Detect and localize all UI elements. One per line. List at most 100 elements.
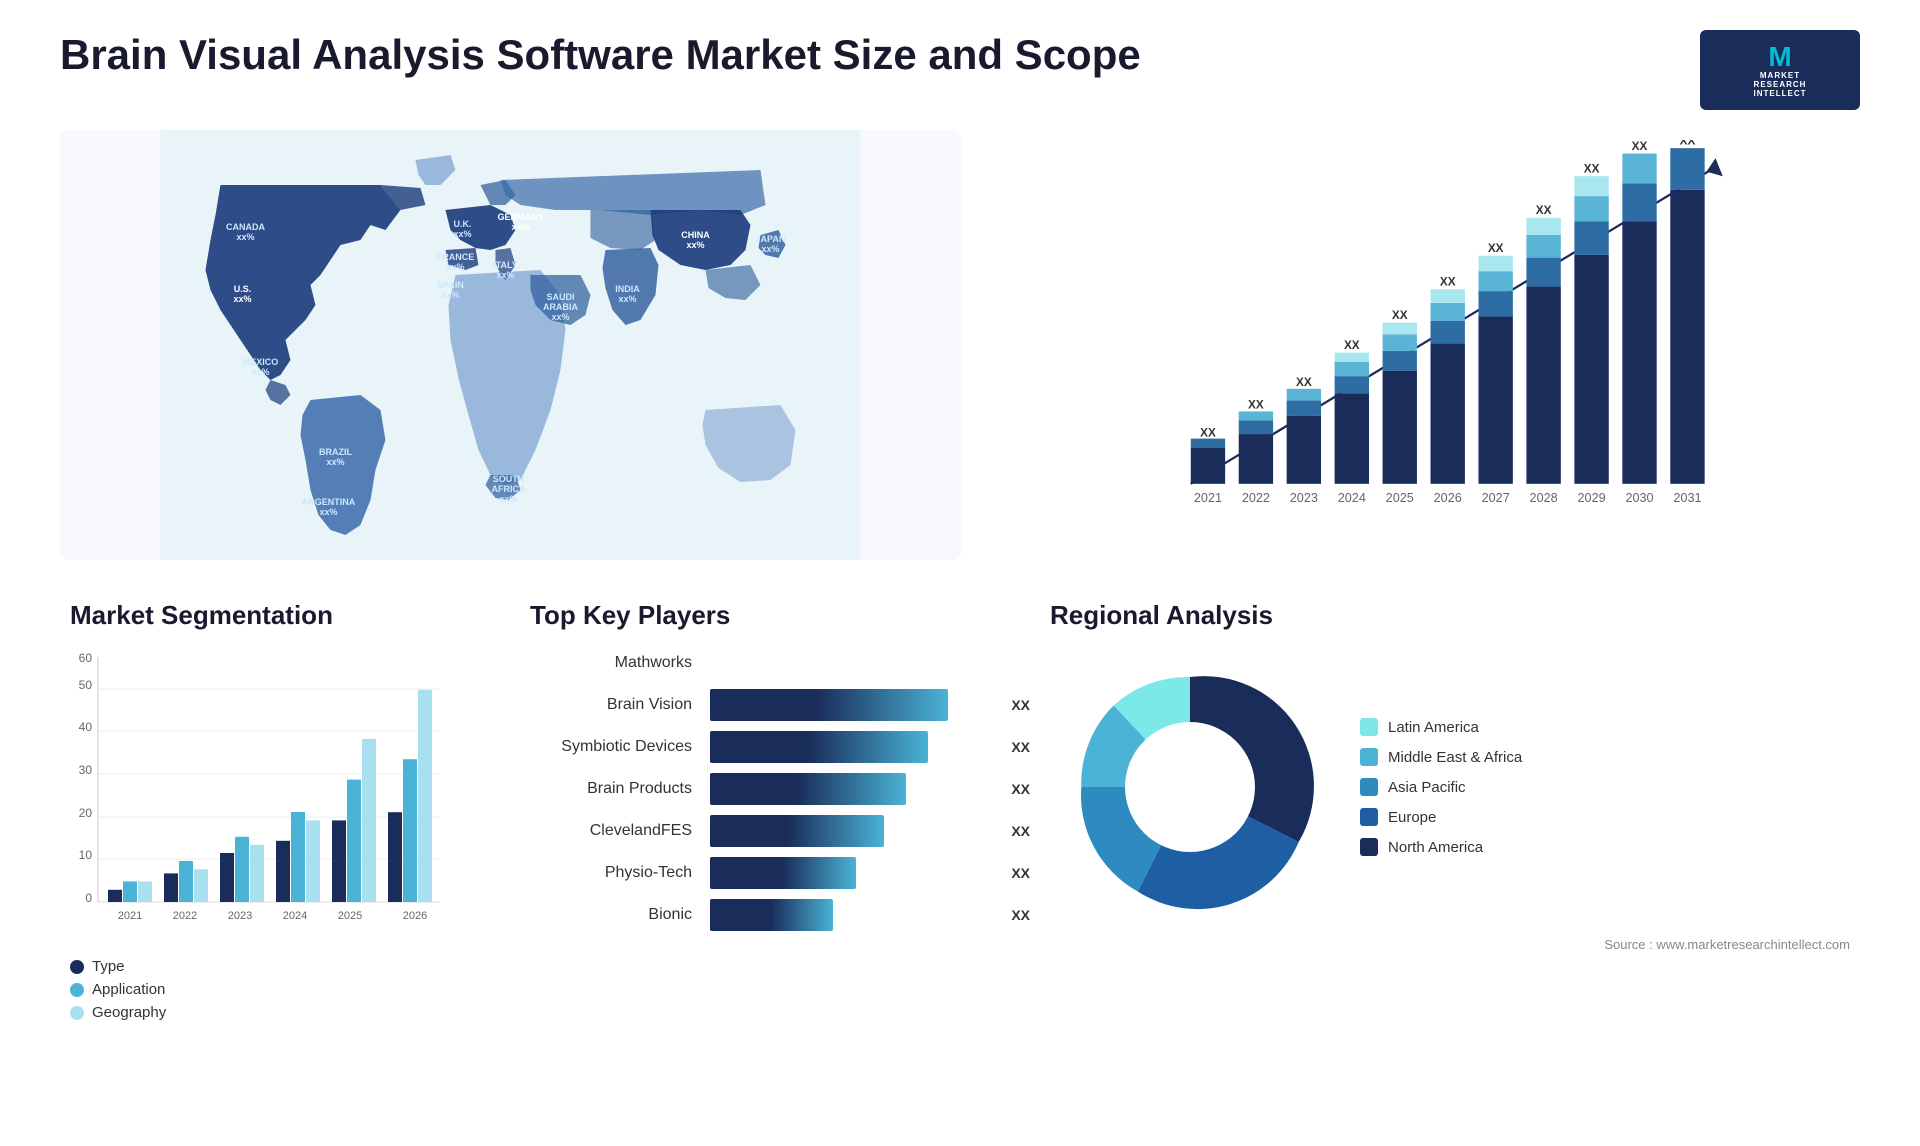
svg-text:2028: 2028 — [1529, 491, 1557, 505]
svg-text:XX: XX — [1392, 309, 1408, 322]
svg-text:XX: XX — [1680, 140, 1696, 148]
player-bar-fill-brainvision — [710, 689, 948, 721]
svg-text:2025: 2025 — [338, 910, 362, 922]
logo: M MARKETRESEARCHINTELLECT — [1700, 30, 1860, 110]
svg-text:xx%: xx% — [251, 367, 269, 377]
svg-text:SOUTH: SOUTH — [493, 474, 525, 484]
svg-text:CANADA: CANADA — [226, 222, 265, 232]
source-line: Source : www.marketresearchintellect.com — [1050, 937, 1850, 952]
growth-bar-chart: XX XX XX XX — [1021, 140, 1840, 520]
svg-text:2026: 2026 — [1434, 491, 1462, 505]
legend-dot-geography — [70, 1006, 84, 1020]
player-row-symbiotic: Symbiotic Devices XX — [530, 731, 990, 763]
player-bar-bionic: XX — [710, 899, 990, 931]
svg-text:FRANCE: FRANCE — [437, 252, 475, 262]
legend-asia-pacific: Asia Pacific — [1360, 778, 1522, 796]
player-value-brainvision: XX — [1011, 697, 1030, 713]
player-bar-brainproducts: XX — [710, 773, 990, 805]
svg-text:xx%: xx% — [233, 294, 251, 304]
segmentation-title: Market Segmentation — [70, 600, 470, 631]
player-row-brainvision: Brain Vision XX — [530, 689, 990, 721]
player-bar-fill-bionic — [710, 899, 833, 931]
svg-text:XX: XX — [1344, 339, 1360, 352]
svg-text:INDIA: INDIA — [615, 284, 640, 294]
header: Brain Visual Analysis Software Market Si… — [60, 30, 1860, 110]
player-row-bionic: Bionic XX — [530, 899, 990, 931]
svg-text:2024: 2024 — [1338, 491, 1366, 505]
player-bar-fill-symbiotic — [710, 731, 928, 763]
svg-text:U.K.: U.K. — [453, 219, 471, 229]
svg-text:CHINA: CHINA — [681, 230, 710, 240]
svg-text:MEXICO: MEXICO — [243, 357, 279, 367]
svg-text:xx%: xx% — [326, 457, 344, 467]
player-bar-fill-brainproducts — [710, 773, 906, 805]
player-bar-fill-clevelandfes — [710, 815, 884, 847]
legend-middle-east-africa: Middle East & Africa — [1360, 748, 1522, 766]
player-row-mathworks: Mathworks — [530, 647, 990, 679]
legend-geography: Geography — [70, 1004, 470, 1021]
svg-text:xx%: xx% — [453, 229, 471, 239]
logo-letter: M — [1768, 43, 1791, 71]
svg-text:xx%: xx% — [496, 270, 514, 280]
player-value-bionic: XX — [1011, 907, 1030, 923]
donut-chart-wrap — [1050, 647, 1330, 927]
player-bar-fill-physiotech — [710, 857, 856, 889]
svg-text:2030: 2030 — [1625, 491, 1653, 505]
legend-application: Application — [70, 981, 470, 998]
donut-chart-svg — [1050, 647, 1330, 927]
svg-text:ARABIA: ARABIA — [543, 302, 578, 312]
svg-text:2027: 2027 — [1482, 491, 1510, 505]
svg-text:xx%: xx% — [236, 232, 254, 242]
svg-text:0: 0 — [85, 891, 92, 905]
legend-label-north-america: North America — [1388, 839, 1483, 856]
svg-text:10: 10 — [79, 848, 93, 862]
legend-color-north-america — [1360, 838, 1378, 856]
svg-text:xx%: xx% — [618, 294, 636, 304]
legend-europe: Europe — [1360, 808, 1522, 826]
svg-text:2022: 2022 — [173, 910, 197, 922]
player-value-symbiotic: XX — [1011, 739, 1030, 755]
svg-text:xx%: xx% — [551, 312, 569, 322]
legend-north-america: North America — [1360, 838, 1522, 856]
regional-legend: Latin America Middle East & Africa Asia … — [1360, 718, 1522, 856]
svg-text:XX: XX — [1632, 140, 1648, 153]
svg-text:2031: 2031 — [1673, 491, 1701, 505]
player-value-physiotech: XX — [1011, 865, 1030, 881]
legend-color-asia-pacific — [1360, 778, 1378, 796]
top-section: CANADA xx% U.S. xx% MEXICO xx% BRAZIL xx… — [60, 130, 1860, 560]
legend-label-middle-east-africa: Middle East & Africa — [1388, 749, 1522, 766]
legend-color-middle-east-africa — [1360, 748, 1378, 766]
player-bar-physiotech: XX — [710, 857, 990, 889]
svg-text:50: 50 — [79, 678, 93, 692]
svg-text:2022: 2022 — [1242, 491, 1270, 505]
regional-section: Regional Analysis — [1040, 590, 1860, 1010]
bottom-section: Market Segmentation 0 10 20 30 40 50 60 — [60, 590, 1860, 1010]
donut-area: Latin America Middle East & Africa Asia … — [1050, 647, 1850, 927]
player-value-clevelandfes: XX — [1011, 823, 1030, 839]
svg-text:XX: XX — [1536, 204, 1552, 217]
svg-text:2021: 2021 — [1194, 491, 1222, 505]
svg-text:JAPAN: JAPAN — [756, 234, 786, 244]
page-container: Brain Visual Analysis Software Market Si… — [0, 0, 1920, 1146]
svg-text:2026: 2026 — [403, 910, 427, 922]
player-bar-mathworks — [710, 647, 990, 679]
player-value-brainproducts: XX — [1011, 781, 1030, 797]
growth-chart-container: XX XX XX XX — [1001, 130, 1860, 560]
svg-text:ITALY: ITALY — [493, 260, 518, 270]
player-name-mathworks: Mathworks — [530, 654, 700, 672]
svg-text:XX: XX — [1488, 242, 1504, 255]
players-list: Mathworks Brain Vision XX Symbiotic Devi… — [530, 647, 990, 931]
players-section: Top Key Players Mathworks Brain Vision X… — [520, 590, 1000, 1010]
svg-text:40: 40 — [79, 720, 93, 734]
player-bar-symbiotic: XX — [710, 731, 990, 763]
world-map-svg: CANADA xx% U.S. xx% MEXICO xx% BRAZIL xx… — [60, 130, 961, 560]
player-name-bionic: Bionic — [530, 906, 700, 924]
legend-label-asia-pacific: Asia Pacific — [1388, 779, 1466, 796]
legend-label-europe: Europe — [1388, 809, 1436, 826]
svg-text:2021: 2021 — [118, 910, 142, 922]
svg-text:xx%: xx% — [499, 494, 517, 504]
player-row-physiotech: Physio-Tech XX — [530, 857, 990, 889]
svg-text:xx%: xx% — [761, 244, 779, 254]
svg-text:xx%: xx% — [686, 240, 704, 250]
svg-text:30: 30 — [79, 763, 93, 777]
